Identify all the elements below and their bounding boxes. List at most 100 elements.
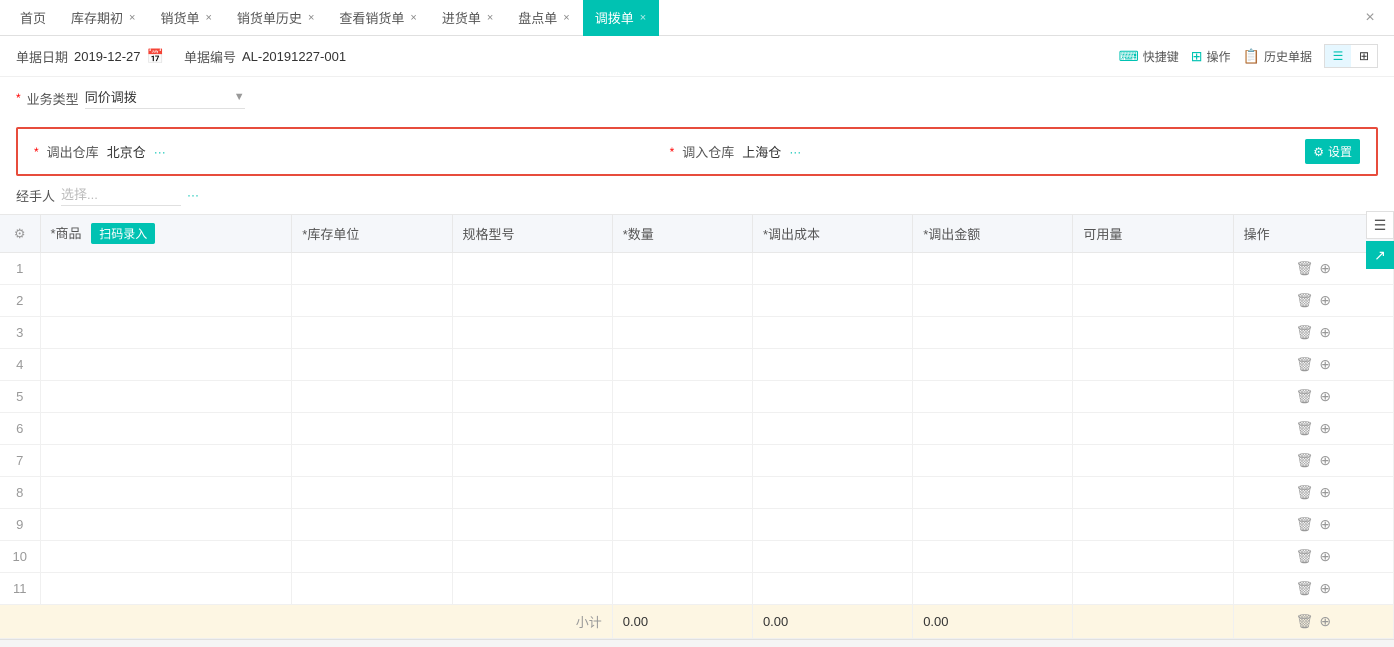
tab-stocktake-close[interactable]: × xyxy=(563,12,569,24)
business-type-dropdown-icon[interactable]: ▼ xyxy=(234,91,245,103)
row-amount[interactable] xyxy=(913,253,1073,285)
tab-inventory-init-close[interactable]: × xyxy=(129,12,135,24)
row-product[interactable] xyxy=(40,253,292,285)
row-cost[interactable] xyxy=(752,317,912,349)
row-cost[interactable] xyxy=(752,477,912,509)
tab-inventory-init[interactable]: 库存期初 × xyxy=(59,0,148,36)
row-cost[interactable] xyxy=(752,381,912,413)
row-product[interactable] xyxy=(40,477,292,509)
row-qty[interactable] xyxy=(612,317,752,349)
tab-transfer[interactable]: 调拨单 × xyxy=(583,0,659,36)
tab-sales-order[interactable]: 销货单 × xyxy=(148,0,224,36)
business-type-input[interactable]: 同价调拨 ▼ xyxy=(85,87,245,109)
warehouse-in-more[interactable]: ··· xyxy=(789,145,801,159)
row-amount[interactable] xyxy=(913,509,1073,541)
row-amount[interactable] xyxy=(913,445,1073,477)
subtotal-copy-icon[interactable]: ⊕ xyxy=(1319,613,1331,630)
row-amount[interactable] xyxy=(913,477,1073,509)
row-cost[interactable] xyxy=(752,253,912,285)
tab-home[interactable]: 首页 xyxy=(8,0,59,36)
row-product[interactable] xyxy=(40,317,292,349)
row-amount[interactable] xyxy=(913,317,1073,349)
row-qty[interactable] xyxy=(612,573,752,605)
tab-transfer-close[interactable]: × xyxy=(640,12,646,24)
float-list-btn[interactable]: ☰ xyxy=(1366,211,1394,239)
row-cost[interactable] xyxy=(752,509,912,541)
copy-icon[interactable]: ⊕ xyxy=(1319,516,1331,533)
row-qty[interactable] xyxy=(612,477,752,509)
delete-icon[interactable]: 🗑 xyxy=(1296,548,1314,565)
tab-view-sales-close[interactable]: × xyxy=(410,12,416,24)
delete-icon[interactable]: 🗑 xyxy=(1296,580,1314,597)
tab-sales-history-close[interactable]: × xyxy=(308,12,314,24)
row-cost[interactable] xyxy=(752,413,912,445)
copy-icon[interactable]: ⊕ xyxy=(1319,324,1331,341)
tab-stocktake[interactable]: 盘点单 × xyxy=(506,0,582,36)
delete-icon[interactable]: 🗑 xyxy=(1296,260,1314,277)
row-qty[interactable] xyxy=(612,509,752,541)
layout-grid-btn[interactable]: ⊞ xyxy=(1351,45,1377,67)
delete-icon[interactable]: 🗑 xyxy=(1296,516,1314,533)
copy-icon[interactable]: ⊕ xyxy=(1319,388,1331,405)
handler-input[interactable]: 选择... xyxy=(61,184,181,206)
handler-more[interactable]: ··· xyxy=(187,188,199,202)
copy-icon[interactable]: ⊕ xyxy=(1319,484,1331,501)
row-product[interactable] xyxy=(40,541,292,573)
row-product[interactable] xyxy=(40,573,292,605)
float-export-btn[interactable]: ↗ xyxy=(1366,241,1394,269)
operations-btn[interactable]: ⊞ 操作 xyxy=(1191,48,1231,65)
tab-sales-history[interactable]: 销货单历史 × xyxy=(225,0,327,36)
copy-icon[interactable]: ⊕ xyxy=(1319,452,1331,469)
col-settings[interactable]: ⚙ xyxy=(0,215,40,253)
row-cost[interactable] xyxy=(752,349,912,381)
row-amount[interactable] xyxy=(913,381,1073,413)
row-qty[interactable] xyxy=(612,541,752,573)
subtotal-delete-icon[interactable]: 🗑 xyxy=(1296,613,1314,630)
row-product[interactable] xyxy=(40,381,292,413)
tab-view-sales[interactable]: 查看销货单 × xyxy=(327,0,429,36)
row-product[interactable] xyxy=(40,509,292,541)
delete-icon[interactable]: 🗑 xyxy=(1296,292,1314,309)
tab-purchase[interactable]: 进货单 × xyxy=(430,0,506,36)
shortcuts-btn[interactable]: ⌨ 快捷键 xyxy=(1119,48,1179,65)
row-qty[interactable] xyxy=(612,285,752,317)
row-qty[interactable] xyxy=(612,445,752,477)
copy-icon[interactable]: ⊕ xyxy=(1319,420,1331,437)
row-amount[interactable] xyxy=(913,541,1073,573)
delete-icon[interactable]: 🗑 xyxy=(1296,324,1314,341)
row-product[interactable] xyxy=(40,349,292,381)
tab-sales-order-close[interactable]: × xyxy=(205,12,211,24)
delete-icon[interactable]: 🗑 xyxy=(1296,484,1314,501)
delete-icon[interactable]: 🗑 xyxy=(1296,388,1314,405)
row-amount[interactable] xyxy=(913,349,1073,381)
row-qty[interactable] xyxy=(612,349,752,381)
warehouse-out-value[interactable]: 北京仓 xyxy=(107,142,146,161)
window-close-button[interactable]: × xyxy=(1354,2,1386,34)
row-cost[interactable] xyxy=(752,445,912,477)
delete-icon[interactable]: 🗑 xyxy=(1296,356,1314,373)
copy-icon[interactable]: ⊕ xyxy=(1319,548,1331,565)
tab-purchase-close[interactable]: × xyxy=(487,12,493,24)
copy-icon[interactable]: ⊕ xyxy=(1319,580,1331,597)
row-cost[interactable] xyxy=(752,573,912,605)
copy-icon[interactable]: ⊕ xyxy=(1319,260,1331,277)
layout-list-btn[interactable]: ☰ xyxy=(1325,45,1351,67)
date-value[interactable]: 2019-12-27 xyxy=(74,49,141,64)
row-qty[interactable] xyxy=(612,413,752,445)
row-cost[interactable] xyxy=(752,285,912,317)
row-amount[interactable] xyxy=(913,285,1073,317)
warehouse-out-more[interactable]: ··· xyxy=(154,145,166,159)
copy-icon[interactable]: ⊕ xyxy=(1319,356,1331,373)
settings-icon[interactable]: ⚙ xyxy=(14,226,26,241)
row-product[interactable] xyxy=(40,413,292,445)
calendar-icon[interactable]: 📅 xyxy=(147,48,164,65)
scan-button[interactable]: 扫码录入 xyxy=(91,223,155,244)
delete-icon[interactable]: 🗑 xyxy=(1296,420,1314,437)
setting-button[interactable]: ⚙ 设置 xyxy=(1305,139,1360,164)
row-product[interactable] xyxy=(40,445,292,477)
warehouse-in-value[interactable]: 上海仓 xyxy=(742,142,781,161)
copy-icon[interactable]: ⊕ xyxy=(1319,292,1331,309)
row-qty[interactable] xyxy=(612,381,752,413)
row-cost[interactable] xyxy=(752,541,912,573)
row-qty[interactable] xyxy=(612,253,752,285)
